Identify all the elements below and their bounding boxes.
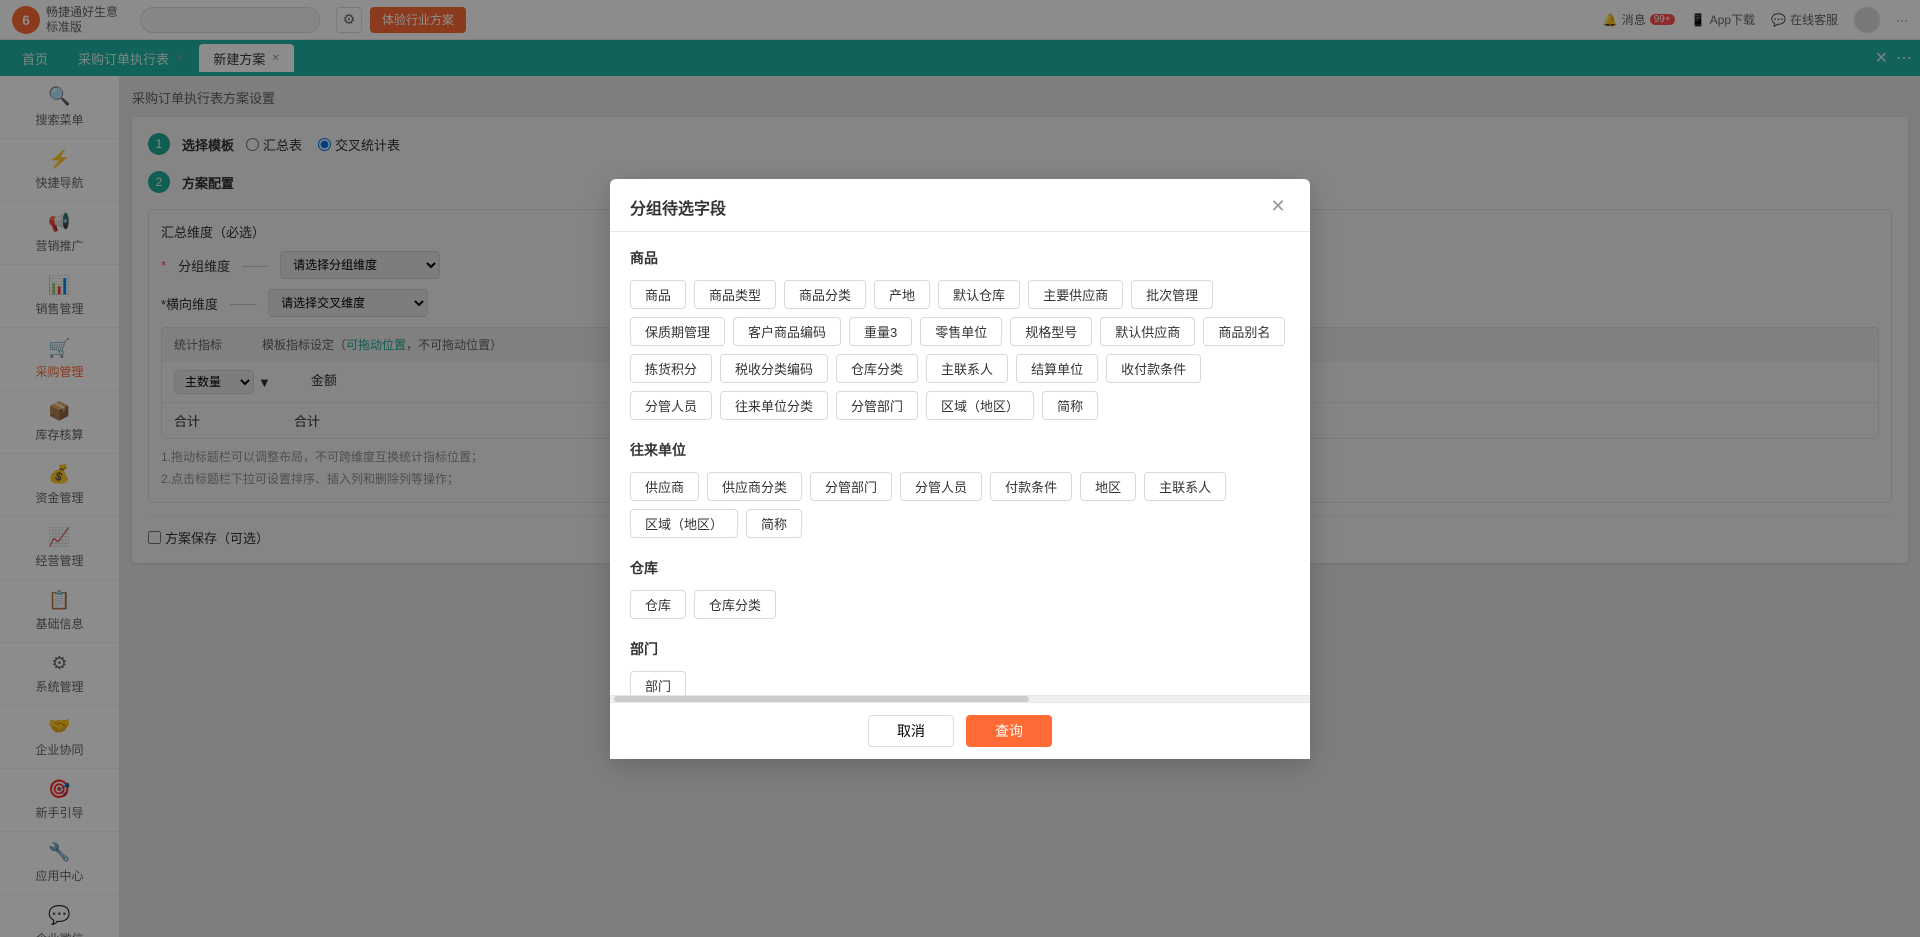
section-warehouse: 仓库 仓库 仓库分类 — [630, 558, 1290, 619]
modal-overlay: 分组待选字段 ✕ 商品 商品 商品类型 商品分类 产地 默认仓库 主要供应商 批… — [0, 0, 1920, 937]
section-goods-title: 商品 — [630, 248, 1290, 268]
field-tag-retail-unit[interactable]: 零售单位 — [920, 317, 1002, 346]
field-tag-supervisor-partner[interactable]: 分管人员 — [900, 472, 982, 501]
field-tag-warehouse-cat[interactable]: 仓库分类 — [694, 590, 776, 619]
section-department-tags: 部门 — [630, 671, 1290, 695]
field-tag-goods-category[interactable]: 商品分类 — [784, 280, 866, 309]
field-tag-expiry-mgmt[interactable]: 保质期管理 — [630, 317, 725, 346]
modal-confirm-button[interactable]: 查询 — [966, 715, 1052, 747]
modal-horizontal-scrollbar[interactable] — [610, 695, 1310, 702]
field-tag-pick-points[interactable]: 拣货积分 — [630, 354, 712, 383]
field-tag-department[interactable]: 部门 — [630, 671, 686, 695]
field-tag-main-contact-partner[interactable]: 主联系人 — [1144, 472, 1226, 501]
section-goods-tags: 商品 商品类型 商品分类 产地 默认仓库 主要供应商 批次管理 保质期管理 客户… — [630, 280, 1290, 420]
field-tag-supplier[interactable]: 供应商 — [630, 472, 699, 501]
modal-header: 分组待选字段 ✕ — [610, 179, 1310, 232]
section-partner-tags: 供应商 供应商分类 分管部门 分管人员 付款条件 地区 主联系人 区域（地区） … — [630, 472, 1290, 538]
field-tag-origin[interactable]: 产地 — [874, 280, 930, 309]
field-tag-goods[interactable]: 商品 — [630, 280, 686, 309]
field-tag-goods-type[interactable]: 商品类型 — [694, 280, 776, 309]
field-tag-main-contact[interactable]: 主联系人 — [926, 354, 1008, 383]
section-warehouse-tags: 仓库 仓库分类 — [630, 590, 1290, 619]
field-tag-area-partner[interactable]: 区域（地区） — [630, 509, 738, 538]
modal-cancel-button[interactable]: 取消 — [868, 715, 954, 747]
field-select-modal: 分组待选字段 ✕ 商品 商品 商品类型 商品分类 产地 默认仓库 主要供应商 批… — [610, 179, 1310, 759]
modal-footer: 取消 查询 — [610, 702, 1310, 759]
field-tag-default-supplier[interactable]: 默认供应商 — [1100, 317, 1195, 346]
modal-body: 商品 商品 商品类型 商品分类 产地 默认仓库 主要供应商 批次管理 保质期管理… — [610, 232, 1310, 695]
field-tag-main-supplier[interactable]: 主要供应商 — [1028, 280, 1123, 309]
field-tag-region-goods[interactable]: 区域（地区） — [926, 391, 1034, 420]
field-tag-batch-mgmt[interactable]: 批次管理 — [1131, 280, 1213, 309]
field-tag-abbr-goods[interactable]: 简称 — [1042, 391, 1098, 420]
field-tag-supplier-category[interactable]: 供应商分类 — [707, 472, 802, 501]
field-tag-dept-partner[interactable]: 分管部门 — [810, 472, 892, 501]
field-tag-weight3[interactable]: 重量3 — [849, 317, 912, 346]
field-tag-default-warehouse[interactable]: 默认仓库 — [938, 280, 1020, 309]
section-goods: 商品 商品 商品类型 商品分类 产地 默认仓库 主要供应商 批次管理 保质期管理… — [630, 248, 1290, 420]
section-partner-title: 往来单位 — [630, 440, 1290, 460]
field-tag-dept[interactable]: 分管部门 — [836, 391, 918, 420]
section-warehouse-title: 仓库 — [630, 558, 1290, 578]
modal-close-button[interactable]: ✕ — [1266, 195, 1290, 219]
field-tag-payment-cond[interactable]: 付款条件 — [990, 472, 1072, 501]
section-partner: 往来单位 供应商 供应商分类 分管部门 分管人员 付款条件 地区 主联系人 区域… — [630, 440, 1290, 538]
field-tag-goods-alias[interactable]: 商品别名 — [1203, 317, 1285, 346]
field-tag-supervisor[interactable]: 分管人员 — [630, 391, 712, 420]
section-department-title: 部门 — [630, 639, 1290, 659]
field-tag-warehouse[interactable]: 仓库 — [630, 590, 686, 619]
field-tag-partner-category[interactable]: 往来单位分类 — [720, 391, 828, 420]
field-tag-warehouse-category[interactable]: 仓库分类 — [836, 354, 918, 383]
section-department: 部门 部门 — [630, 639, 1290, 695]
field-tag-abbr-partner[interactable]: 简称 — [746, 509, 802, 538]
field-tag-spec-model[interactable]: 规格型号 — [1010, 317, 1092, 346]
modal-title: 分组待选字段 — [630, 195, 726, 219]
field-tag-customer-code[interactable]: 客户商品编码 — [733, 317, 841, 346]
field-tag-region-partner[interactable]: 地区 — [1080, 472, 1136, 501]
field-tag-payment-terms[interactable]: 收付款条件 — [1106, 354, 1201, 383]
field-tag-settlement-unit[interactable]: 结算单位 — [1016, 354, 1098, 383]
field-tag-tax-code[interactable]: 税收分类编码 — [720, 354, 828, 383]
